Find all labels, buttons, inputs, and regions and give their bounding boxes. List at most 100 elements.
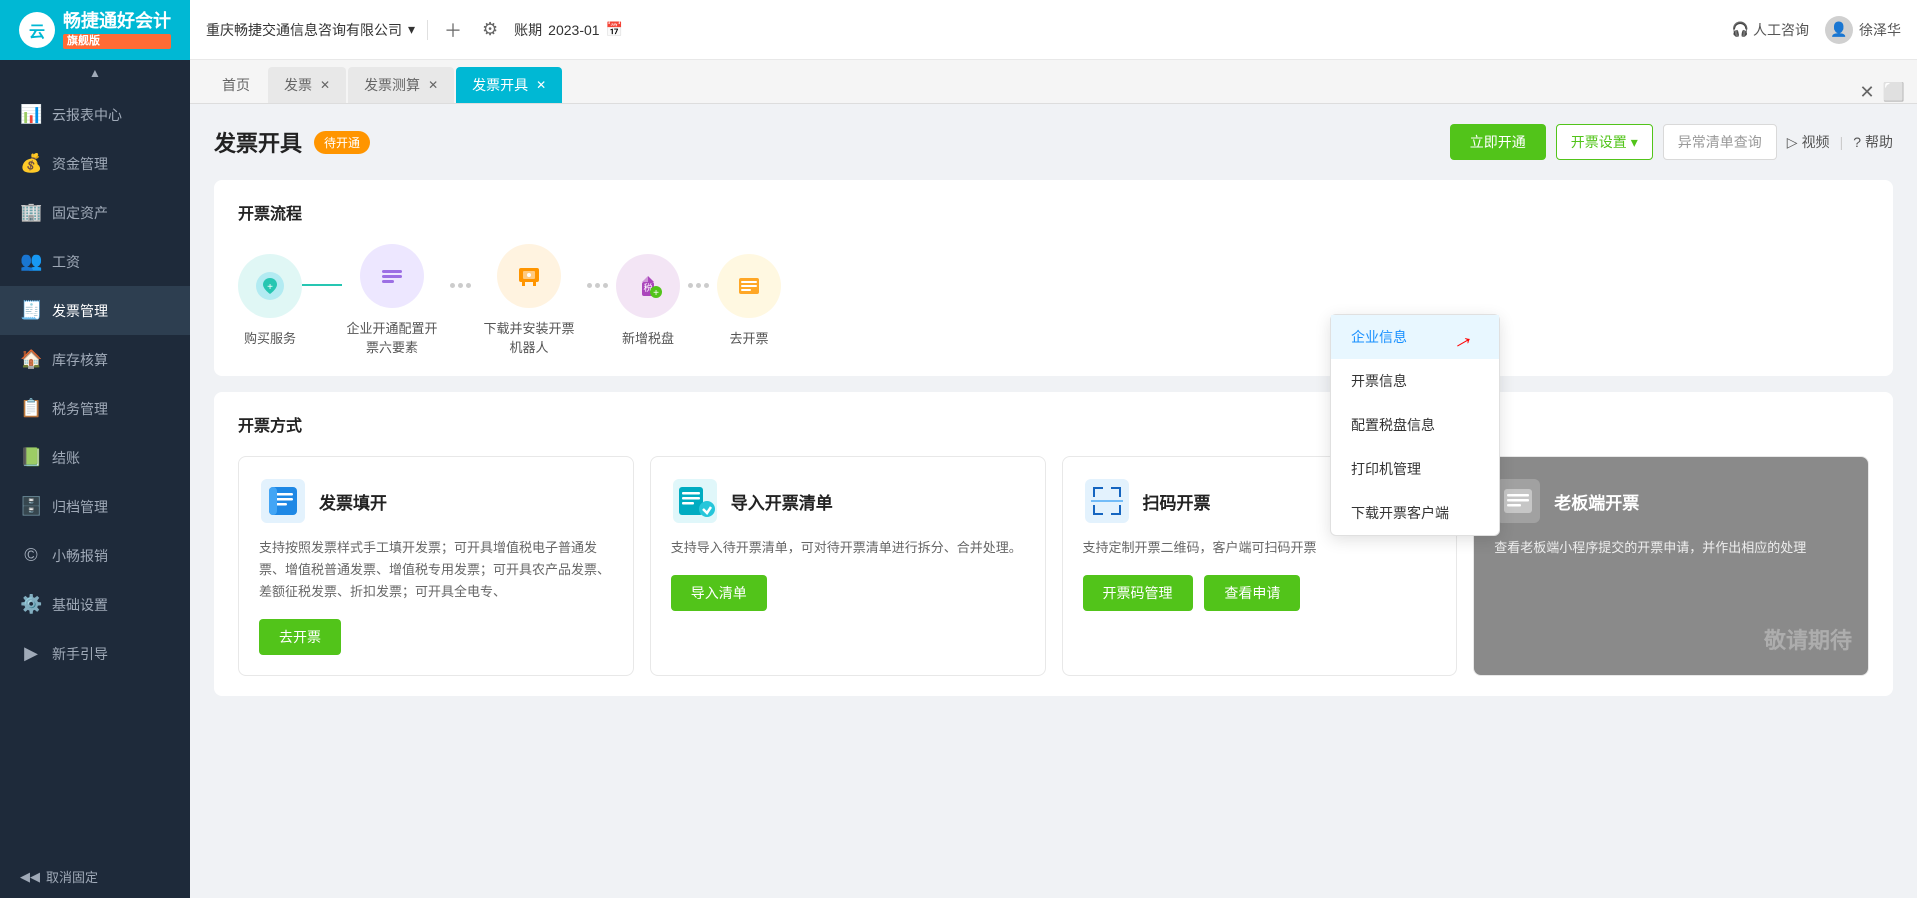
- flow-icon-3: [497, 244, 561, 308]
- play-icon: ▷: [1787, 134, 1798, 151]
- tab-fapiao-kaiju-close[interactable]: ✕: [536, 78, 546, 92]
- logo-title: 畅捷通好会计: [63, 11, 171, 33]
- content-area: 发票开具 待开通 立即开通 开票设置 ▾ 异常清单查询 ▷ 视频 | ? 帮助: [190, 104, 1917, 898]
- archive-icon: 🗄️: [20, 496, 42, 517]
- topbar-divider: [427, 20, 428, 40]
- sidebar-item-assets[interactable]: 🏢 固定资产: [0, 188, 190, 237]
- sidebar-label-capital: 资金管理: [52, 154, 108, 174]
- scan-icon: [1083, 477, 1131, 525]
- video-label: 视频: [1802, 132, 1830, 152]
- window-maximize-btn[interactable]: ⬜: [1883, 82, 1905, 103]
- sidebar-item-capital[interactable]: 💰 资金管理: [0, 139, 190, 188]
- dropdown-printer[interactable]: 打印机管理: [1331, 447, 1499, 491]
- sidebar-label-settings: 基础设置: [52, 595, 108, 615]
- dropdown-invoice-info[interactable]: 开票信息: [1331, 359, 1499, 403]
- flow-step-4: 税+ 新增税盘: [616, 254, 680, 347]
- expense-icon: ©: [20, 545, 42, 566]
- company-info-label: 企业信息: [1351, 327, 1407, 347]
- flow-step-2: 企业开通配置开票六要素: [342, 244, 442, 356]
- sidebar-item-reports[interactable]: 📊 云报表中心: [0, 90, 190, 139]
- logo-subtitle: 旗舰版: [63, 34, 171, 49]
- dropdown-download-client[interactable]: 下载开票客户端: [1331, 491, 1499, 535]
- tabbar: 首页 发票 ✕ 发票测算 ✕ 发票开具 ✕ ✕ ⬜: [190, 60, 1917, 104]
- exception-btn[interactable]: 异常清单查询: [1663, 124, 1777, 160]
- scan-apply-btn[interactable]: 查看申请: [1204, 575, 1300, 611]
- sidebar-item-inventory[interactable]: 🏠 库存核算: [0, 335, 190, 384]
- company-selector[interactable]: 重庆畅捷交通信息咨询有限公司 ▾: [206, 20, 415, 40]
- tab-home-label: 首页: [222, 75, 250, 95]
- flow-icon-1: +: [238, 254, 302, 318]
- methods-grid: 发票填开 支持按照发票样式手工填开发票；可开具增值税电子普通发票、增值税普通发票…: [238, 456, 1869, 676]
- method-fill: 发票填开 支持按照发票样式手工填开发票；可开具增值税电子普通发票、增值税普通发票…: [238, 456, 634, 676]
- window-close-btn[interactable]: ✕: [1859, 82, 1874, 103]
- cancel-pin-label: 取消固定: [46, 867, 98, 886]
- tab-fapiao-kaiju-label: 发票开具: [472, 75, 528, 95]
- sidebar-item-settings[interactable]: ⚙️ 基础设置: [0, 580, 190, 629]
- settings-btn[interactable]: 开票设置 ▾: [1556, 124, 1653, 160]
- flow-step-5: 去开票: [717, 254, 781, 347]
- fill-icon: [259, 477, 307, 525]
- headset-icon: 🎧: [1732, 21, 1749, 38]
- import-btn-area: 导入清单: [671, 575, 1025, 611]
- activate-btn[interactable]: 立即开通: [1450, 124, 1546, 160]
- sidebar-item-invoice[interactable]: 🧾 发票管理: [0, 286, 190, 335]
- flow-label-5: 去开票: [729, 328, 768, 347]
- scan-manage-btn[interactable]: 开票码管理: [1083, 575, 1193, 611]
- flow-steps: + 购买服务 企业开通配置开票六要素: [238, 244, 1869, 356]
- tab-fapiao-test-close[interactable]: ✕: [428, 78, 438, 92]
- divider-vbar: |: [1840, 134, 1844, 150]
- account-period: 账期 2023-01 📅: [514, 20, 623, 40]
- sidebar-item-payroll[interactable]: 👥 工资: [0, 237, 190, 286]
- period-value: 2023-01: [548, 22, 599, 38]
- sidebar-nav: 📊 云报表中心 💰 资金管理 🏢 固定资产 👥 工资 🧾 发票管理 🏠 库存核算…: [0, 86, 190, 855]
- boss-icon: [1494, 477, 1542, 525]
- sidebar-item-expense[interactable]: © 小畅报销: [0, 531, 190, 580]
- page-title: 发票开具: [214, 126, 302, 158]
- sidebar-label-invoice: 发票管理: [52, 301, 108, 321]
- tab-fapiao-close[interactable]: ✕: [320, 78, 330, 92]
- consultant-label: 人工咨询: [1753, 20, 1809, 40]
- flow-label-4: 新增税盘: [622, 328, 674, 347]
- sidebar-item-archive[interactable]: 🗄️ 归档管理: [0, 482, 190, 531]
- sidebar-item-checkout[interactable]: 📗 结账: [0, 433, 190, 482]
- flow-section: 开票流程 + 购买服务: [214, 180, 1893, 376]
- flow-icon-2: [360, 244, 424, 308]
- flow-title: 开票流程: [238, 200, 1869, 224]
- invoice-icon: 🧾: [20, 300, 42, 321]
- app-logo: 云 畅捷通好会计 旗舰版: [0, 0, 190, 60]
- methods-section: 开票方式 发票填开 支持按照发票样式手工填开发票；可开具增值税电子普通发票、增值…: [214, 392, 1893, 696]
- flow-icon-5: [717, 254, 781, 318]
- fill-goto-btn[interactable]: 去开票: [259, 619, 341, 655]
- pin-icon: ◀◀: [20, 869, 40, 885]
- sidebar-scroll-up[interactable]: ▲: [0, 60, 190, 86]
- fill-btn-area: 去开票: [259, 619, 613, 655]
- flow-step-1: + 购买服务: [238, 254, 302, 347]
- import-icon: [671, 477, 719, 525]
- help-btn[interactable]: ? 帮助: [1853, 132, 1893, 152]
- guide-icon: ▶: [20, 643, 42, 664]
- tab-fapiao-test[interactable]: 发票测算 ✕: [348, 67, 454, 103]
- boss-overlay: 敬请期待: [1764, 623, 1852, 655]
- settings-gear-btn[interactable]: ⚙: [478, 15, 502, 44]
- boss-desc: 查看老板端小程序提交的开票申请，并作出相应的处理: [1494, 537, 1848, 559]
- dropdown-tax-disk[interactable]: 配置税盘信息: [1331, 403, 1499, 447]
- tab-fapiao-kaiju[interactable]: 发票开具 ✕: [456, 67, 562, 103]
- sidebar-item-guide[interactable]: ▶ 新手引导: [0, 629, 190, 678]
- sidebar-item-tax[interactable]: 📋 税务管理: [0, 384, 190, 433]
- page-header: 发票开具 待开通 立即开通 开票设置 ▾ 异常清单查询 ▷ 视频 | ? 帮助: [214, 124, 1893, 160]
- consultant-btn[interactable]: 🎧 人工咨询: [1732, 20, 1809, 40]
- add-company-btn[interactable]: ＋: [440, 13, 466, 47]
- tab-fapiao[interactable]: 发票 ✕: [268, 67, 346, 103]
- video-btn[interactable]: ▷ 视频: [1787, 132, 1830, 152]
- tab-home[interactable]: 首页: [206, 67, 266, 103]
- import-list-btn[interactable]: 导入清单: [671, 575, 767, 611]
- topbar: 重庆畅捷交通信息咨询有限公司 ▾ ＋ ⚙ 账期 2023-01 📅 🎧 人工咨询…: [190, 0, 1917, 60]
- help-label: 帮助: [1865, 132, 1893, 152]
- user-info[interactable]: 👤 徐泽华: [1825, 16, 1901, 44]
- flow-label-3: 下载并安装开票机器人: [479, 318, 579, 356]
- sidebar-label-reports: 云报表中心: [52, 105, 122, 125]
- sidebar-label-guide: 新手引导: [52, 644, 108, 664]
- settings-btn-label: 开票设置: [1571, 132, 1627, 152]
- sidebar-label-checkout: 结账: [52, 448, 80, 468]
- sidebar-cancel-pin[interactable]: ◀◀ 取消固定: [0, 855, 190, 898]
